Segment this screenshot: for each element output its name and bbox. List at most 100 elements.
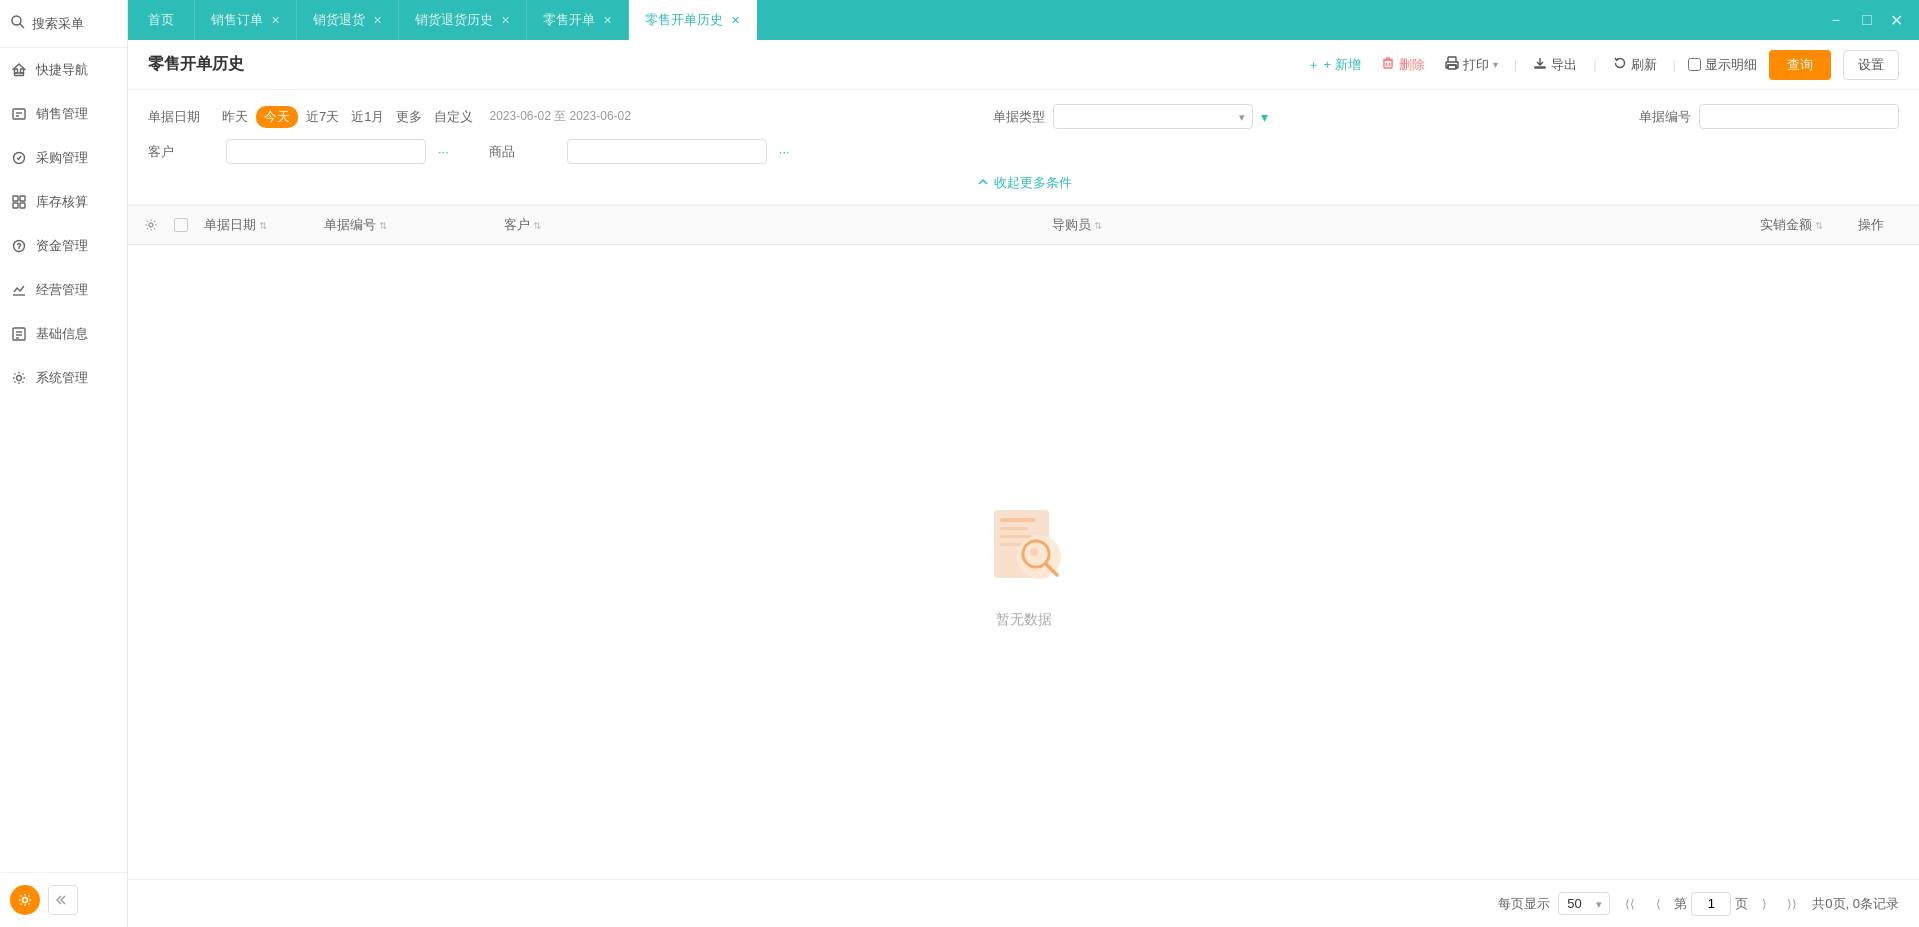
th-date[interactable]: 单据日期 ⇅ <box>196 216 316 234</box>
per-page-select-wrapper: 50 100 200 <box>1558 892 1610 915</box>
svg-rect-9 <box>20 196 25 201</box>
empty-illustration <box>974 495 1074 595</box>
finance-icon <box>10 237 28 255</box>
filter-goods-ellipsis[interactable]: ··· <box>779 144 790 159</box>
sidebar-item-basic-info[interactable]: 基础信息 <box>0 312 127 356</box>
basic-info-icon <box>10 325 28 343</box>
th-guide[interactable]: 导购员 ⇅ <box>1044 216 1164 234</box>
th-number-sort: ⇅ <box>379 220 387 231</box>
th-action: 操作 <box>1831 216 1911 234</box>
gear-button[interactable] <box>10 885 40 915</box>
column-settings-button[interactable] <box>136 218 166 232</box>
tab-sales-return-close[interactable]: ✕ <box>373 14 382 27</box>
show-detail-input[interactable] <box>1688 58 1701 71</box>
page-first-button[interactable]: ⟨⟨ <box>1618 892 1642 916</box>
page-header: 零售开单历史 ＋ + 新增 删除 <box>128 40 1919 90</box>
th-customer[interactable]: 客户 ⇅ <box>496 216 1044 234</box>
filter-type-select[interactable] <box>1053 104 1253 129</box>
svg-point-34 <box>1030 548 1038 556</box>
filter-customer-input[interactable] <box>226 139 426 164</box>
filter-customer-ellipsis[interactable]: ··· <box>438 144 449 159</box>
page-next-button[interactable]: ⟩ <box>1752 892 1776 916</box>
th-number[interactable]: 单据编号 ⇅ <box>316 216 496 234</box>
toolbar-sep3: | <box>1673 57 1676 72</box>
sidebar-item-label: 经营管理 <box>36 281 88 299</box>
toolbar-sep1: | <box>1514 57 1517 72</box>
page-title: 零售开单历史 <box>148 54 1303 75</box>
sidebar: 搜索采单 快捷导航 销售管理 <box>0 0 128 927</box>
main-content: 首页 销售订单 ✕ 销货退货 ✕ 销货退货历史 ✕ 零售开单 ✕ 零售开单历史 … <box>128 0 1919 927</box>
page-prev-button[interactable]: ⟨ <box>1646 892 1670 916</box>
refresh-button[interactable]: 刷新 <box>1609 56 1661 74</box>
show-detail-checkbox[interactable]: 显示明细 <box>1688 56 1757 74</box>
filter-number-input[interactable] <box>1699 104 1899 129</box>
page-number-input[interactable]: 1 <box>1691 892 1731 916</box>
date-tab-7days[interactable]: 近7天 <box>302 106 343 128</box>
filter-type-wrapper <box>1053 104 1253 129</box>
sidebar-item-quick-nav[interactable]: 快捷导航 <box>0 48 127 92</box>
query-button[interactable]: 查询 <box>1769 50 1831 80</box>
filter-date-range: 2023-06-02 至 2023-06-02 <box>489 108 630 125</box>
tab-retail-history[interactable]: 零售开单历史 ✕ <box>629 0 757 40</box>
sidebar-item-operation[interactable]: 经营管理 <box>0 268 127 312</box>
tab-retail-open[interactable]: 零售开单 ✕ <box>527 0 629 40</box>
tab-sales-return-history[interactable]: 销货退货历史 ✕ <box>399 0 527 40</box>
filter-row-1: 单据日期 昨天 今天 近7天 近1月 更多 自定义 2023-06-02 至 2… <box>148 104 1899 129</box>
date-tab-yesterday[interactable]: 昨天 <box>218 106 252 128</box>
add-icon: ＋ <box>1307 56 1320 74</box>
print-dropdown-icon[interactable]: ▾ <box>1493 59 1498 70</box>
per-page-select[interactable]: 50 100 200 <box>1558 892 1610 915</box>
th-amount-label: 实销金额 <box>1760 216 1812 234</box>
filter-goods-input[interactable] <box>567 139 767 164</box>
date-tab-custom[interactable]: 自定义 <box>430 106 477 128</box>
tab-home[interactable]: 首页 <box>128 0 195 40</box>
add-button[interactable]: ＋ + 新增 <box>1303 56 1365 74</box>
date-tab-today[interactable]: 今天 <box>256 106 298 128</box>
window-maximize-button[interactable]: □ <box>1858 11 1876 29</box>
window-close-button[interactable]: ✕ <box>1886 11 1907 30</box>
sidebar-item-purchase-mgmt[interactable]: 采购管理 <box>0 136 127 180</box>
select-all-checkbox[interactable] <box>166 218 196 232</box>
sidebar-item-finance[interactable]: 资金管理 <box>0 224 127 268</box>
tab-sales-return[interactable]: 销货退货 ✕ <box>297 0 399 40</box>
export-button[interactable]: 导出 <box>1529 56 1581 74</box>
sidebar-search[interactable]: 搜索采单 <box>0 0 127 48</box>
collapse-conditions-row: 收起更多条件 <box>148 172 1899 194</box>
th-amount[interactable]: 实销金额 ⇅ <box>1711 216 1831 234</box>
svg-rect-28 <box>1000 527 1028 530</box>
page-label: 第 <box>1674 895 1687 913</box>
svg-rect-4 <box>13 109 25 119</box>
tab-retail-open-close[interactable]: ✕ <box>603 14 612 27</box>
delete-button[interactable]: 删除 <box>1377 56 1429 74</box>
date-tab-more[interactable]: 更多 <box>392 106 426 128</box>
setting-button[interactable]: 设置 <box>1843 50 1899 80</box>
svg-rect-10 <box>13 203 18 208</box>
tab-retail-history-close[interactable]: ✕ <box>731 14 740 27</box>
collapse-conditions-label: 收起更多条件 <box>994 174 1072 192</box>
window-minimize-button[interactable]: － <box>1824 10 1848 31</box>
purchase-icon <box>10 149 28 167</box>
empty-state: 暂无数据 <box>128 245 1919 879</box>
tab-sales-return-history-close[interactable]: ✕ <box>501 14 510 27</box>
filter-type-dropdown-icon[interactable]: ▾ <box>1253 109 1277 125</box>
table-area: 单据日期 ⇅ 单据编号 ⇅ 客户 ⇅ 导购员 ⇅ 实销金额 ⇅ 操作 <box>128 205 1919 879</box>
sidebar-item-sales-mgmt[interactable]: 销售管理 <box>0 92 127 136</box>
sidebar-item-sys-mgmt[interactable]: 系统管理 <box>0 356 127 400</box>
sidebar-item-label: 基础信息 <box>36 325 88 343</box>
tab-sales-order-close[interactable]: ✕ <box>271 14 280 27</box>
page-suffix: 页 <box>1735 895 1748 913</box>
filter-number-label: 单据编号 <box>1639 108 1699 126</box>
print-button[interactable]: 打印 ▾ <box>1441 56 1502 74</box>
print-label: 打印 <box>1463 56 1489 74</box>
delete-label: 删除 <box>1399 56 1425 74</box>
sidebar-collapse-button[interactable] <box>48 885 78 915</box>
svg-rect-23 <box>1448 57 1456 62</box>
tab-bar-right: － □ ✕ <box>1824 10 1919 31</box>
page-last-button[interactable]: ⟩⟩ <box>1780 892 1804 916</box>
sidebar-item-inventory[interactable]: 库存核算 <box>0 180 127 224</box>
select-all-check[interactable] <box>174 218 188 232</box>
svg-rect-27 <box>1000 518 1035 522</box>
tab-sales-order[interactable]: 销售订单 ✕ <box>195 0 297 40</box>
date-tab-1month[interactable]: 近1月 <box>347 106 388 128</box>
collapse-conditions-button[interactable]: 收起更多条件 <box>976 172 1072 194</box>
